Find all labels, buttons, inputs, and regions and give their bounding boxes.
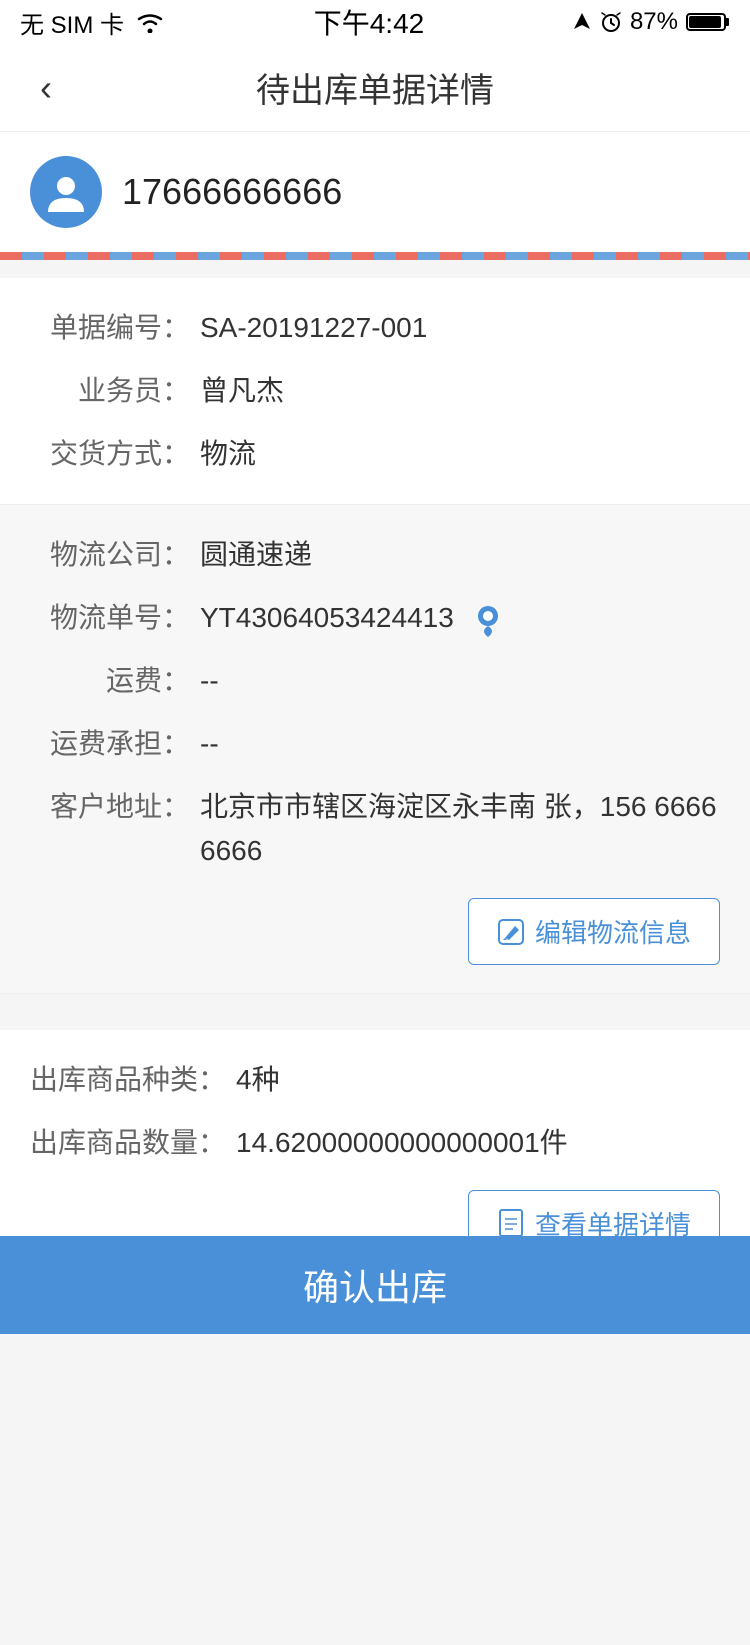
delivery-row: 交货方式： 物流 [30,432,720,477]
address-row: 客户地址： 北京市市辖区海淀区永丰南 张，156 6666 6666 [30,785,720,875]
sales-value: 曾凡杰 [200,369,720,414]
address-label: 客户地址： [30,785,190,830]
customer-header: 17666666666 [0,132,750,252]
outbound-quantity-row: 出库商品数量： 14.62000000000000001件 [30,1121,720,1166]
outbound-types-label: 出库商品种类： [30,1058,226,1103]
edit-button-row: 编辑物流信息 [30,898,720,965]
logistics-company-value: 圆通速递 [200,533,720,578]
outbound-quantity-label: 出库商品数量： [30,1121,226,1166]
status-left: 无 SIM 卡 [20,5,166,40]
section-separator [0,994,750,1012]
tracking-number: YT43064053424413 [200,596,454,641]
logistics-tracking-value: YT43064053424413 [200,596,720,641]
sales-label: 业务员： [30,369,190,414]
sales-row: 业务员： 曾凡杰 [30,369,720,414]
map-pin-icon [470,601,506,637]
document-info-section: 单据编号： SA-20191227-001 业务员： 曾凡杰 交货方式： 物流 [0,278,750,504]
freight-bearer-row: 运费承担： -- [30,722,720,767]
alarm-icon [600,11,622,33]
freight-row: 运费： -- [30,659,720,704]
battery-text: 87% [630,8,678,36]
avatar [30,156,102,228]
address-value: 北京市市辖区海淀区永丰南 张，156 6666 6666 [200,785,720,875]
page-title: 待出库单据详情 [256,63,494,112]
outbound-types-row: 出库商品种类： 4种 [30,1058,720,1103]
freight-bearer-value: -- [200,722,720,767]
logistics-tracking-row: 物流单号： YT43064053424413 [30,596,720,641]
carrier-text: 无 SIM 卡 [20,5,124,40]
logistics-company-row: 物流公司： 圆通速递 [30,533,720,578]
delivery-value: 物流 [200,432,720,477]
confirm-outbound-label: 确认出库 [303,1259,447,1311]
logistics-company-label: 物流公司： [30,533,190,578]
status-right: 87% [572,8,730,36]
customer-phone: 17666666666 [122,171,342,213]
location-arrow-icon [572,11,592,33]
back-button[interactable]: ‹ [30,57,62,119]
freight-label: 运费： [30,659,190,704]
status-time: 下午4:42 [314,2,425,42]
wifi-icon [134,11,166,33]
logistics-tracking-label: 物流单号： [30,596,190,641]
confirm-outbound-button[interactable]: 确认出库 [0,1236,750,1334]
document-icon [497,1209,525,1237]
color-strip [0,252,750,260]
nav-bar: ‹ 待出库单据详情 [0,44,750,132]
logistics-section: 物流公司： 圆通速递 物流单号： YT43064053424413 运费： --… [0,504,750,994]
edit-logistics-label: 编辑物流信息 [535,913,691,950]
document-number-label: 单据编号： [30,306,190,351]
battery-icon [686,11,730,33]
user-icon [44,170,88,214]
freight-bearer-label: 运费承担： [30,722,190,767]
edit-icon [497,918,525,946]
document-number-value: SA-20191227-001 [200,306,720,351]
document-number-row: 单据编号： SA-20191227-001 [30,306,720,351]
outbound-quantity-value: 14.62000000000000001件 [236,1121,720,1166]
freight-value: -- [200,659,720,704]
status-bar: 无 SIM 卡 下午4:42 87% [0,0,750,44]
delivery-label: 交货方式： [30,432,190,477]
edit-logistics-button[interactable]: 编辑物流信息 [468,898,720,965]
outbound-types-value: 4种 [236,1058,720,1103]
